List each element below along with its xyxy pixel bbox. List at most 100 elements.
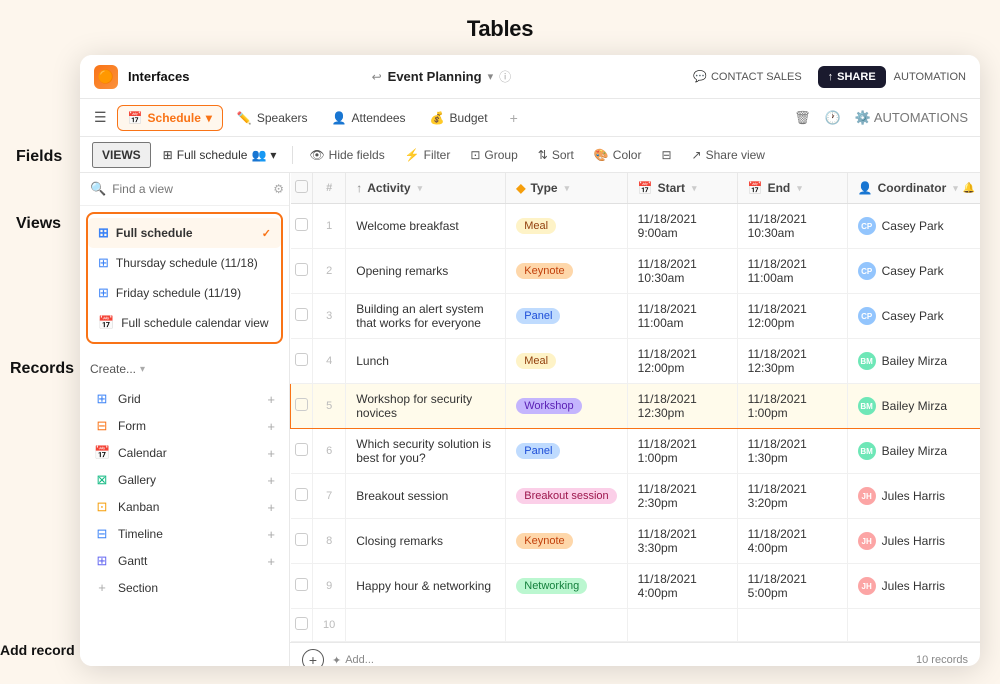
- activity-cell[interactable]: Which security solution is best for you?: [346, 429, 506, 474]
- views-label: VIEWS: [102, 148, 141, 162]
- create-option-section[interactable]: + Section: [90, 575, 279, 600]
- history-button[interactable]: 🕐: [821, 106, 845, 130]
- row-checkbox[interactable]: [295, 488, 308, 501]
- grid-icon: ⊞: [163, 148, 173, 162]
- header-checkbox[interactable]: [295, 180, 308, 193]
- row-checkbox[interactable]: [295, 443, 308, 456]
- start-cell: 11/18/2021 12:30pm: [627, 384, 737, 429]
- sort-button[interactable]: ⇅ Sort: [530, 144, 582, 166]
- create-button[interactable]: Create... ▾: [90, 358, 279, 380]
- th-end[interactable]: 📅 End ▾: [737, 173, 847, 204]
- end-time: 4:00pm: [748, 541, 788, 555]
- contact-sales-button[interactable]: 💬 CONTACT SALES: [685, 66, 809, 87]
- share-view-button[interactable]: ↗ Share view: [684, 144, 773, 166]
- share-button[interactable]: ↑ SHARE: [818, 66, 886, 88]
- activity-cell[interactable]: Breakout session: [346, 474, 506, 519]
- activity-cell[interactable]: Opening remarks: [346, 249, 506, 294]
- start-time: 4:00pm: [638, 586, 678, 600]
- create-option-gantt[interactable]: ⊞ Gantt +: [90, 548, 279, 574]
- row-checkbox[interactable]: [295, 617, 308, 630]
- add-row-button[interactable]: +: [302, 649, 324, 666]
- group-button[interactable]: ⊡ Group: [462, 144, 525, 166]
- grid-view-icon: ⊞: [98, 225, 109, 241]
- schedule-tab-icon: 📅: [128, 111, 143, 125]
- th-start[interactable]: 📅 Start ▾: [627, 173, 737, 204]
- row-checkbox[interactable]: [295, 353, 308, 366]
- activity-cell[interactable]: Workshop for security novices: [346, 384, 506, 429]
- th-coordinator[interactable]: 👤 Coordinator ▾ 🔔: [847, 173, 980, 204]
- activity-cell[interactable]: Happy hour & networking: [346, 564, 506, 609]
- end-date: 11/18/2021: [748, 212, 807, 226]
- row-checkbox[interactable]: [295, 263, 308, 276]
- gear-icon[interactable]: ⚙: [273, 182, 284, 196]
- tab-schedule[interactable]: 📅 Schedule ▾: [117, 105, 223, 131]
- hide-fields-button[interactable]: 👁 Hide fields: [301, 144, 392, 166]
- hamburger-button[interactable]: ☰: [88, 105, 113, 130]
- end-time: 3:20pm: [748, 496, 788, 510]
- sidebar-item-friday-schedule[interactable]: ⊞ Friday schedule (11/19): [88, 278, 281, 308]
- table-row: 2 Opening remarks Keynote 11/18/2021 10:…: [291, 249, 981, 294]
- start-time: 12:30pm: [638, 406, 685, 420]
- color-button[interactable]: 🎨 Color: [586, 144, 650, 166]
- speakers-tab-label: Speakers: [257, 111, 308, 125]
- type-cell: Panel: [506, 429, 627, 474]
- add-field-label: Add...: [345, 654, 374, 666]
- trash-button[interactable]: 🗑: [790, 106, 815, 130]
- create-option-calendar[interactable]: 📅 Calendar +: [90, 440, 279, 466]
- full-schedule-button[interactable]: ⊞ Full schedule 👥 ▾: [155, 144, 285, 166]
- start-th-icon: 📅: [638, 181, 653, 195]
- activity-cell[interactable]: Building an alert system that works for …: [346, 294, 506, 339]
- start-time: 11:00am: [638, 316, 684, 330]
- info-icon[interactable]: ⓘ: [499, 68, 511, 85]
- th-type[interactable]: ◆ Type ▾: [506, 173, 627, 204]
- sidebar-item-full-schedule[interactable]: ⊞ Full schedule ✓: [88, 218, 281, 248]
- create-chevron-icon: ▾: [140, 364, 145, 375]
- calendar-label: Calendar: [118, 446, 259, 460]
- activity-cell[interactable]: Welcome breakfast: [346, 204, 506, 249]
- kanban-icon: ⊡: [94, 499, 110, 515]
- workspace-title: Interfaces: [128, 69, 189, 84]
- sidebar-item-full-calendar[interactable]: 📅 Full schedule calendar view: [88, 308, 281, 338]
- automations-tab-button[interactable]: ⚙️ AUTOMATIONS: [851, 106, 972, 130]
- views-button[interactable]: VIEWS: [92, 142, 151, 168]
- coordinator-inner: BM Bailey Mirza: [858, 442, 976, 460]
- row-check-cell: [291, 474, 313, 519]
- end-time: 1:00pm: [748, 406, 788, 420]
- sidebar-item-thursday-schedule[interactable]: ⊞ Thursday schedule (11/18): [88, 248, 281, 278]
- hide-fields-label: Hide fields: [329, 148, 385, 162]
- coordinator-th-icon: 👤: [858, 181, 873, 195]
- start-time: 3:30pm: [638, 541, 678, 555]
- create-option-kanban[interactable]: ⊡ Kanban +: [90, 494, 279, 520]
- end-th-icon: 📅: [748, 181, 763, 195]
- find-view-input[interactable]: [112, 182, 267, 196]
- row-checkbox[interactable]: [295, 533, 308, 546]
- type-cell: Workshop: [506, 384, 627, 429]
- tab-budget[interactable]: 💰 Budget: [420, 106, 498, 130]
- create-label: Create...: [90, 362, 136, 376]
- automation-button[interactable]: AUTOMATION: [894, 71, 966, 83]
- tab-speakers[interactable]: ✏️ Speakers: [227, 106, 318, 130]
- activity-cell[interactable]: [346, 609, 506, 642]
- create-option-form[interactable]: ⊟ Form +: [90, 413, 279, 439]
- create-option-grid[interactable]: ⊞ Grid +: [90, 386, 279, 412]
- th-activity[interactable]: ↑ Activity ▾: [346, 173, 506, 204]
- row-height-button[interactable]: ⊟: [653, 144, 679, 166]
- activity-cell[interactable]: Lunch: [346, 339, 506, 384]
- coordinator-avatar: JH: [858, 577, 876, 595]
- create-option-timeline[interactable]: ⊟ Timeline +: [90, 521, 279, 547]
- create-option-gallery[interactable]: ⊠ Gallery +: [90, 467, 279, 493]
- filter-button[interactable]: ⚡ Filter: [397, 144, 459, 166]
- annotation-fields: Fields: [16, 148, 62, 166]
- add-field-button[interactable]: ✦ Add...: [332, 654, 374, 667]
- row-checkbox[interactable]: [295, 398, 308, 411]
- sidebar-bottom: Create... ▾ ⊞ Grid + ⊟ Form +: [80, 350, 289, 666]
- row-checkbox[interactable]: [295, 218, 308, 231]
- end-cell: 11/18/2021 4:00pm: [737, 519, 847, 564]
- row-checkbox[interactable]: [295, 578, 308, 591]
- gantt-label: Gantt: [118, 554, 259, 568]
- tab-attendees[interactable]: 👤 Attendees: [322, 106, 416, 130]
- activity-cell[interactable]: Closing remarks: [346, 519, 506, 564]
- row-checkbox[interactable]: [295, 308, 308, 321]
- add-tab-button[interactable]: +: [502, 106, 526, 130]
- tab-bar: ☰ 📅 Schedule ▾ ✏️ Speakers 👤 Attendees 💰…: [80, 99, 980, 137]
